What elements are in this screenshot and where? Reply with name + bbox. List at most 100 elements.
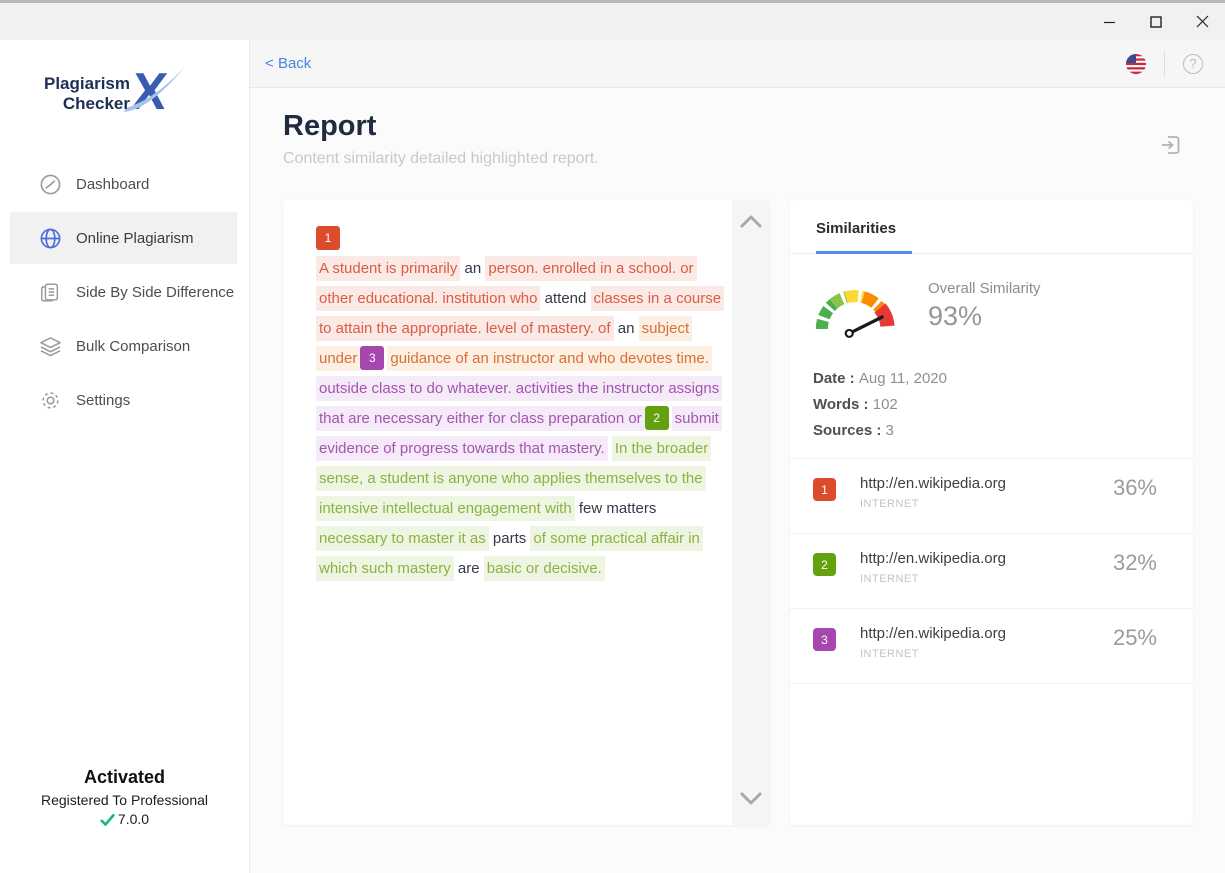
bulk-comparison-icon bbox=[38, 334, 62, 358]
header-divider bbox=[1164, 51, 1165, 77]
help-icon[interactable]: ? bbox=[1183, 54, 1203, 74]
chevron-down-icon bbox=[740, 792, 762, 806]
logo-x-mark: X bbox=[124, 66, 186, 122]
chevron-up-icon bbox=[740, 214, 762, 228]
close-button[interactable] bbox=[1179, 3, 1225, 40]
plain-text: few matters bbox=[575, 500, 657, 517]
source-number-badge: 1 bbox=[813, 478, 836, 501]
highlighted-text-m1: A student is primarily bbox=[316, 256, 460, 281]
detail-value: 3 bbox=[886, 422, 894, 439]
activation-block: Activated Registered To Professional 7.0… bbox=[0, 767, 249, 827]
minimize-icon bbox=[1104, 16, 1116, 28]
source-url[interactable]: http://en.wikipedia.org bbox=[860, 625, 1006, 642]
sidebar-item-dashboard[interactable]: Dashboard bbox=[10, 158, 237, 210]
page-title: Report bbox=[283, 110, 376, 143]
source-type: INTERNET bbox=[860, 648, 1006, 660]
activation-status: Activated bbox=[0, 767, 249, 788]
scroll-up-button[interactable] bbox=[740, 214, 762, 233]
source-row[interactable]: 2 http://en.wikipedia.org INTERNET 32% bbox=[790, 534, 1193, 609]
document-panel: 1A student is primarily an person. enrol… bbox=[283, 200, 770, 825]
source-percent: 32% bbox=[1113, 550, 1157, 576]
detail-row: Date : Aug 11, 2020 bbox=[813, 366, 1193, 392]
highlighted-text-m2: basic or decisive. bbox=[484, 556, 605, 581]
tab-similarities[interactable]: Similarities bbox=[816, 220, 912, 254]
online-plagiarism-icon bbox=[38, 226, 62, 250]
sidebar-nav: Dashboard Online Plagiarism Side By Side… bbox=[0, 158, 249, 426]
logo-text: Plagiarism Checker bbox=[44, 74, 130, 114]
language-flag-icon[interactable] bbox=[1126, 54, 1146, 74]
similarities-panel: Similarities Overall Similarity 93% Date… bbox=[790, 200, 1193, 825]
source-number-badge: 2 bbox=[813, 553, 836, 576]
document-scrollbar[interactable] bbox=[732, 200, 770, 825]
match-badge-3[interactable]: 3 bbox=[360, 346, 384, 370]
sidebar-item-label: Online Plagiarism bbox=[76, 230, 194, 247]
plain-text: parts bbox=[489, 530, 531, 547]
detail-label: Sources : bbox=[813, 422, 886, 439]
source-percent: 36% bbox=[1113, 475, 1157, 501]
source-row[interactable]: 3 http://en.wikipedia.org INTERNET 25% bbox=[790, 609, 1193, 684]
side-by-side-difference-icon bbox=[38, 280, 62, 304]
logo-line2: Checker bbox=[44, 94, 130, 114]
close-icon bbox=[1196, 15, 1209, 28]
sidebar: Plagiarism Checker X Dashboard Online Pl… bbox=[0, 40, 250, 873]
source-type: INTERNET bbox=[860, 573, 1006, 585]
source-row[interactable]: 1 http://en.wikipedia.org INTERNET 36% bbox=[790, 459, 1193, 534]
source-percent: 25% bbox=[1113, 625, 1157, 651]
activation-version: 7.0.0 bbox=[0, 811, 249, 827]
dashboard-icon bbox=[38, 172, 62, 196]
window-titlebar bbox=[0, 0, 1225, 40]
overall-similarity-value: 93% bbox=[928, 301, 1041, 332]
match-badge-1[interactable]: 1 bbox=[316, 226, 340, 250]
sidebar-item-settings[interactable]: Settings bbox=[10, 374, 237, 426]
help-glyph: ? bbox=[1189, 56, 1196, 71]
activation-registered: Registered To Professional bbox=[0, 792, 249, 808]
source-type: INTERNET bbox=[860, 498, 1006, 510]
settings-icon bbox=[38, 388, 62, 412]
export-report-button[interactable] bbox=[1159, 133, 1183, 162]
detail-label: Words : bbox=[813, 396, 873, 413]
sidebar-item-label: Settings bbox=[76, 392, 130, 409]
check-icon bbox=[100, 813, 115, 826]
detail-label: Date : bbox=[813, 370, 859, 387]
sidebar-item-label: Dashboard bbox=[76, 176, 149, 193]
app-header-bar: < Back ? bbox=[250, 40, 1225, 88]
main-content: Report Content similarity detailed highl… bbox=[250, 88, 1225, 873]
back-label: Back bbox=[278, 55, 311, 72]
similarities-tabs: Similarities bbox=[790, 200, 1193, 254]
sidebar-item-online-plagiarism[interactable]: Online Plagiarism bbox=[10, 212, 237, 264]
scroll-down-button[interactable] bbox=[740, 792, 762, 811]
overall-similarity-label: Overall Similarity bbox=[928, 280, 1041, 297]
gauge-icon bbox=[808, 272, 908, 340]
document-text: 1A student is primarily an person. enrol… bbox=[283, 200, 731, 608]
minimize-button[interactable] bbox=[1087, 3, 1133, 40]
source-number-badge: 3 bbox=[813, 628, 836, 651]
app-logo: Plagiarism Checker X bbox=[44, 66, 249, 122]
plain-text: an bbox=[460, 260, 485, 277]
sources-list: 1 http://en.wikipedia.org INTERNET 36% 2… bbox=[790, 459, 1193, 684]
plain-text: are bbox=[454, 560, 484, 577]
detail-row: Words : 102 bbox=[813, 392, 1193, 418]
logo-swoosh-icon bbox=[124, 66, 186, 122]
plain-text: an bbox=[614, 320, 639, 337]
logo-line1: Plagiarism bbox=[44, 74, 130, 94]
sidebar-item-bulk-comparison[interactable]: Bulk Comparison bbox=[10, 320, 237, 372]
highlighted-text-m2: necessary to master it as bbox=[316, 526, 489, 551]
maximize-icon bbox=[1150, 16, 1162, 28]
sidebar-item-label: Bulk Comparison bbox=[76, 338, 190, 355]
back-chevron-icon: < bbox=[265, 55, 274, 72]
highlighted-text-m1b: guidance of an instructor and who devote… bbox=[387, 346, 712, 371]
maximize-button[interactable] bbox=[1133, 3, 1179, 40]
back-button[interactable]: < Back bbox=[265, 55, 311, 72]
page-subtitle: Content similarity detailed highlighted … bbox=[283, 150, 599, 168]
detail-row: Sources : 3 bbox=[813, 418, 1193, 444]
source-url[interactable]: http://en.wikipedia.org bbox=[860, 475, 1006, 492]
detail-value: Aug 11, 2020 bbox=[859, 370, 947, 387]
sidebar-item-side-by-side-difference[interactable]: Side By Side Difference bbox=[10, 266, 237, 318]
source-url[interactable]: http://en.wikipedia.org bbox=[860, 550, 1006, 567]
report-details: Date : Aug 11, 2020 Words : 102 Sources … bbox=[790, 346, 1193, 459]
version-number: 7.0.0 bbox=[118, 811, 149, 827]
match-badge-2[interactable]: 2 bbox=[645, 406, 669, 430]
sidebar-item-label: Side By Side Difference bbox=[76, 284, 234, 301]
overall-similarity-row: Overall Similarity 93% bbox=[790, 254, 1193, 346]
export-icon bbox=[1159, 133, 1183, 157]
